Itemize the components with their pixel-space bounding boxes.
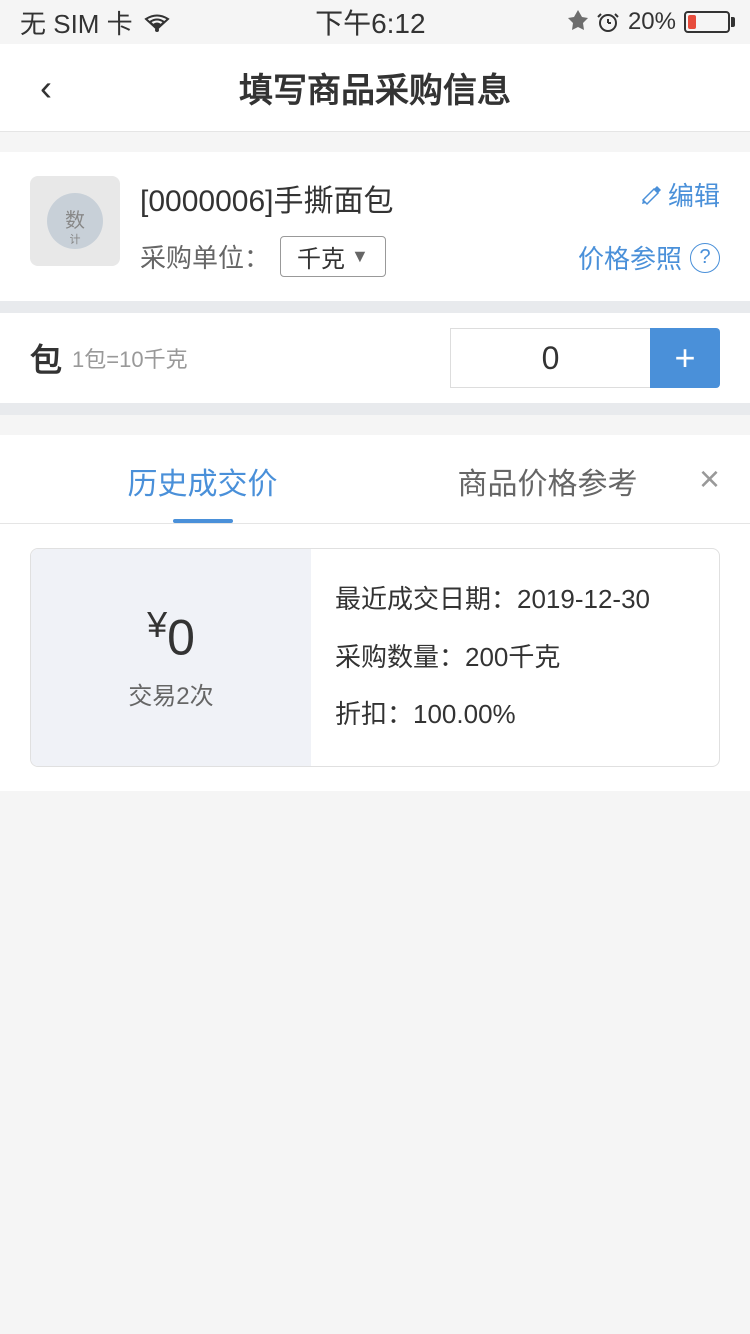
- discount-value: 100.00%: [413, 699, 516, 729]
- history-qty-row: 采购数量：200千克: [335, 637, 695, 679]
- page-title: 填写商品采购信息: [239, 63, 511, 112]
- product-card: 数 计 [0000006]手撕面包 采购单位： 千克 ▼: [0, 152, 750, 301]
- status-bar: 无 SIM 卡 下午6:12 20%: [0, 0, 750, 44]
- tab-history-price[interactable]: 历史成交价: [30, 435, 375, 523]
- unit-label: 采购单位：: [140, 238, 270, 275]
- svg-text:数: 数: [65, 209, 85, 232]
- edit-label: 编辑: [668, 176, 720, 213]
- unit-selector[interactable]: 千克 ▼: [280, 236, 386, 277]
- status-left: 无 SIM 卡: [20, 4, 173, 41]
- sim-signal-text: 无 SIM 卡: [20, 4, 133, 41]
- history-detail: 最近成交日期：2019-12-30 采购数量：200千克 折扣：100.00%: [311, 549, 719, 766]
- quantity-label: 包 1包=10千克: [30, 335, 188, 381]
- history-price-value: ¥0: [147, 604, 195, 667]
- quantity-input[interactable]: 0: [450, 328, 650, 388]
- qty-value: 200千克: [465, 642, 560, 672]
- quantity-row: 包 1包=10千克 0 +: [0, 313, 750, 403]
- tabs-bar: 历史成交价 商品价格参考 ×: [0, 435, 750, 524]
- history-price-summary: ¥0 交易2次: [31, 549, 311, 766]
- tab-price-reference[interactable]: 商品价格参考: [375, 435, 720, 523]
- status-time: 下午6:12: [315, 2, 426, 42]
- qty-label: 采购数量：: [335, 642, 465, 672]
- history-discount-row: 折扣：100.00%: [335, 694, 695, 736]
- date-label: 最近成交日期：: [335, 584, 517, 614]
- currency-symbol: ¥: [147, 604, 167, 645]
- qty-unit-desc: 1包=10千克: [72, 342, 188, 374]
- bottom-fill: [0, 791, 750, 1191]
- qty-unit-name: 包: [30, 335, 62, 381]
- price-ref-button[interactable]: 价格参照 ?: [578, 239, 720, 276]
- history-card: ¥0 交易2次 最近成交日期：2019-12-30 采购数量：200千克 折扣：…: [30, 548, 720, 767]
- alarm-icon: [596, 10, 620, 34]
- wifi-icon: [141, 11, 173, 33]
- edit-icon: [640, 184, 662, 206]
- nav-bar: ‹ 填写商品采购信息: [0, 44, 750, 132]
- help-icon: ?: [690, 243, 720, 273]
- product-name: [0000006]手撕面包: [140, 176, 393, 220]
- svg-text:计: 计: [70, 233, 81, 246]
- product-unit-row: 采购单位： 千克 ▼: [140, 236, 393, 277]
- status-right: 20%: [568, 8, 730, 36]
- edit-button[interactable]: 编辑: [640, 176, 720, 213]
- discount-label: 折扣：: [335, 699, 413, 729]
- product-info: [0000006]手撕面包 采购单位： 千克 ▼: [140, 176, 393, 277]
- history-date-row: 最近成交日期：2019-12-30: [335, 579, 695, 621]
- history-trades-count: 交易2次: [128, 676, 213, 711]
- tab-close-button[interactable]: ×: [689, 448, 730, 510]
- back-button[interactable]: ‹: [30, 57, 62, 119]
- battery-icon: [684, 11, 730, 33]
- tab-active-indicator: [173, 519, 233, 523]
- location-icon: [568, 10, 588, 34]
- section-divider-2: [0, 403, 750, 415]
- history-content: ¥0 交易2次 最近成交日期：2019-12-30 采购数量：200千克 折扣：…: [0, 524, 750, 791]
- quantity-control: 0 +: [450, 328, 720, 388]
- unit-dropdown-arrow: ▼: [351, 246, 369, 267]
- price-ref-label: 价格参照: [578, 239, 682, 276]
- product-thumbnail: 数 计: [30, 176, 120, 266]
- date-value: 2019-12-30: [517, 584, 650, 614]
- battery-percent: 20%: [628, 8, 676, 36]
- quantity-plus-button[interactable]: +: [650, 328, 720, 388]
- section-divider: [0, 301, 750, 313]
